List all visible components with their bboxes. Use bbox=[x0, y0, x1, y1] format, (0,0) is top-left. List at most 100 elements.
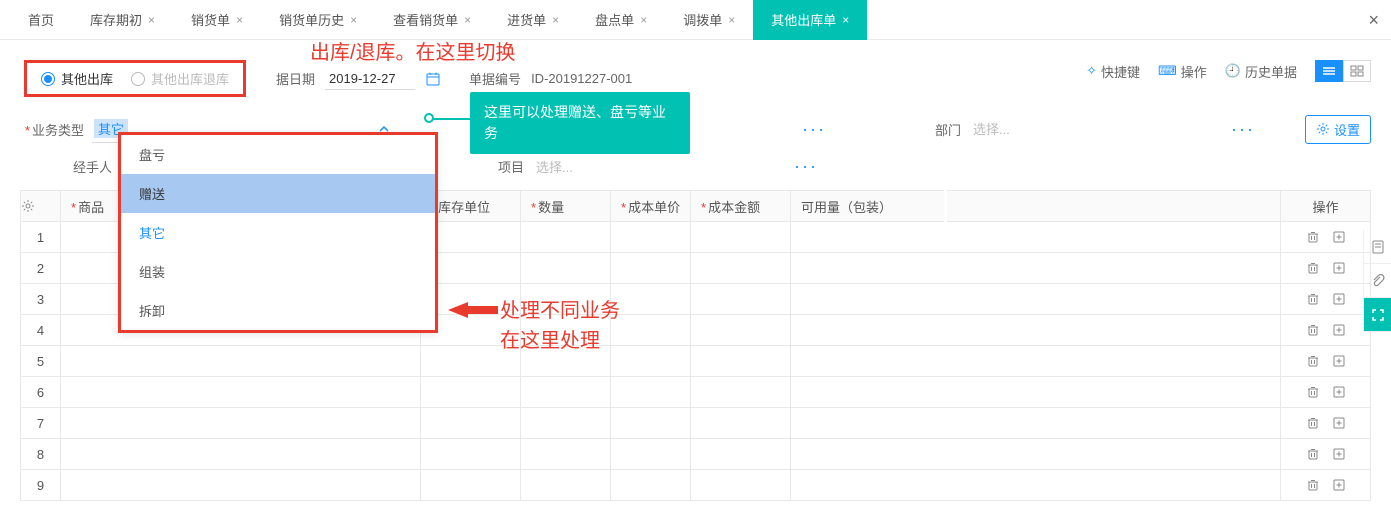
close-icon[interactable]: × bbox=[552, 13, 559, 27]
cell-cost-amount[interactable] bbox=[691, 315, 791, 346]
table-row[interactable]: 6 bbox=[21, 377, 1371, 408]
cell-qty[interactable] bbox=[521, 377, 611, 408]
rail-notes-button[interactable] bbox=[1363, 230, 1391, 264]
cell-cost-amount[interactable] bbox=[691, 408, 791, 439]
close-icon[interactable]: × bbox=[464, 13, 471, 27]
table-row[interactable]: 5 bbox=[21, 346, 1371, 377]
cell-product[interactable] bbox=[61, 439, 421, 470]
cell-product[interactable] bbox=[61, 408, 421, 439]
add-row-icon[interactable] bbox=[1332, 385, 1346, 399]
cell-cost-amount[interactable] bbox=[691, 253, 791, 284]
delete-row-icon[interactable] bbox=[1306, 323, 1320, 337]
add-row-icon[interactable] bbox=[1332, 447, 1346, 461]
cell-qty[interactable] bbox=[521, 346, 611, 377]
cell-unit[interactable] bbox=[421, 377, 521, 408]
radio-other-out[interactable]: 其他出库 bbox=[41, 69, 113, 88]
delete-row-icon[interactable] bbox=[1306, 447, 1320, 461]
close-icon[interactable]: × bbox=[350, 13, 357, 27]
cell-qty[interactable] bbox=[521, 253, 611, 284]
add-row-icon[interactable] bbox=[1332, 323, 1346, 337]
dropdown-option-gift[interactable]: 赠送 bbox=[121, 174, 435, 213]
tab-sales-history[interactable]: 销货单历史× bbox=[261, 0, 375, 40]
add-row-icon[interactable] bbox=[1332, 230, 1346, 244]
cell-cost-price[interactable] bbox=[611, 470, 691, 501]
dropdown-option-other[interactable]: 其它 bbox=[121, 213, 435, 252]
rail-attachment-button[interactable] bbox=[1363, 264, 1391, 298]
tab-transfer[interactable]: 调拨单× bbox=[665, 0, 753, 40]
table-row[interactable]: 9 bbox=[21, 470, 1371, 501]
cell-cost-amount[interactable] bbox=[691, 346, 791, 377]
tab-home[interactable]: 首页 bbox=[10, 0, 72, 40]
cell-cost-price[interactable] bbox=[611, 346, 691, 377]
cell-cost-amount[interactable] bbox=[691, 284, 791, 315]
tab-sales-order[interactable]: 销货单× bbox=[173, 0, 261, 40]
cell-product[interactable] bbox=[61, 377, 421, 408]
add-row-icon[interactable] bbox=[1332, 354, 1346, 368]
cell-qty[interactable] bbox=[521, 408, 611, 439]
cell-cost-price[interactable] bbox=[611, 408, 691, 439]
view-list-button[interactable] bbox=[1315, 60, 1343, 82]
cell-cost-price[interactable] bbox=[611, 284, 691, 315]
radio-other-out-return[interactable]: 其他出库退库 bbox=[131, 69, 229, 88]
view-grid-button[interactable] bbox=[1343, 60, 1371, 82]
history-link[interactable]: 🕘历史单据 bbox=[1225, 62, 1297, 81]
settings-button[interactable]: 设置 bbox=[1305, 115, 1371, 144]
cell-qty[interactable] bbox=[521, 315, 611, 346]
close-icon[interactable]: × bbox=[728, 13, 735, 27]
project-select[interactable]: 选择... bbox=[534, 153, 774, 181]
add-row-icon[interactable] bbox=[1332, 416, 1346, 430]
cell-unit[interactable] bbox=[421, 408, 521, 439]
cell-unit[interactable] bbox=[421, 439, 521, 470]
date-input[interactable]: 2019-12-27 bbox=[325, 68, 415, 90]
delete-row-icon[interactable] bbox=[1306, 385, 1320, 399]
cell-cost-amount[interactable] bbox=[691, 222, 791, 253]
close-icon[interactable]: × bbox=[640, 13, 647, 27]
dropdown-option-disassemble[interactable]: 拆卸 bbox=[121, 291, 435, 330]
add-row-icon[interactable] bbox=[1332, 292, 1346, 306]
delete-row-icon[interactable] bbox=[1306, 416, 1320, 430]
close-all-icon[interactable]: × bbox=[1368, 10, 1379, 31]
close-icon[interactable]: × bbox=[148, 13, 155, 27]
close-icon[interactable]: × bbox=[236, 13, 243, 27]
tab-view-sales[interactable]: 查看销货单× bbox=[375, 0, 489, 40]
cell-cost-amount[interactable] bbox=[691, 470, 791, 501]
delete-row-icon[interactable] bbox=[1306, 261, 1320, 275]
shortcut-link[interactable]: ✧快捷键 bbox=[1086, 62, 1140, 81]
add-row-icon[interactable] bbox=[1332, 261, 1346, 275]
delete-row-icon[interactable] bbox=[1306, 230, 1320, 244]
more-icon[interactable]: ··· bbox=[794, 156, 818, 177]
tab-stocktake[interactable]: 盘点单× bbox=[577, 0, 665, 40]
cell-qty[interactable] bbox=[521, 284, 611, 315]
cell-unit[interactable] bbox=[421, 346, 521, 377]
cell-cost-amount[interactable] bbox=[691, 377, 791, 408]
cell-product[interactable] bbox=[61, 346, 421, 377]
dept-select[interactable]: 选择... bbox=[971, 115, 1211, 143]
add-row-icon[interactable] bbox=[1332, 478, 1346, 492]
more-icon[interactable]: ··· bbox=[802, 119, 826, 140]
cell-cost-amount[interactable] bbox=[691, 439, 791, 470]
cell-cost-price[interactable] bbox=[611, 222, 691, 253]
cell-product[interactable] bbox=[61, 470, 421, 501]
more-icon[interactable]: ··· bbox=[1231, 119, 1255, 140]
cell-qty[interactable] bbox=[521, 470, 611, 501]
cell-unit[interactable] bbox=[421, 470, 521, 501]
table-row[interactable]: 8 bbox=[21, 439, 1371, 470]
tab-inventory-init[interactable]: 库存期初× bbox=[72, 0, 173, 40]
cell-cost-price[interactable] bbox=[611, 315, 691, 346]
close-icon[interactable]: × bbox=[842, 13, 849, 27]
delete-row-icon[interactable] bbox=[1306, 354, 1320, 368]
col-settings[interactable] bbox=[21, 191, 61, 222]
cell-cost-price[interactable] bbox=[611, 439, 691, 470]
cell-cost-price[interactable] bbox=[611, 377, 691, 408]
rail-expand-button[interactable] bbox=[1363, 298, 1391, 332]
tab-purchase[interactable]: 进货单× bbox=[489, 0, 577, 40]
tab-other-out[interactable]: 其他出库单× bbox=[753, 0, 867, 40]
operate-link[interactable]: ⌨操作 bbox=[1158, 62, 1207, 81]
delete-row-icon[interactable] bbox=[1306, 292, 1320, 306]
cell-qty[interactable] bbox=[521, 222, 611, 253]
dropdown-option-loss[interactable]: 盘亏 bbox=[121, 135, 435, 174]
dropdown-option-assemble[interactable]: 组装 bbox=[121, 252, 435, 291]
calendar-icon[interactable] bbox=[425, 71, 441, 87]
cell-cost-price[interactable] bbox=[611, 253, 691, 284]
cell-qty[interactable] bbox=[521, 439, 611, 470]
